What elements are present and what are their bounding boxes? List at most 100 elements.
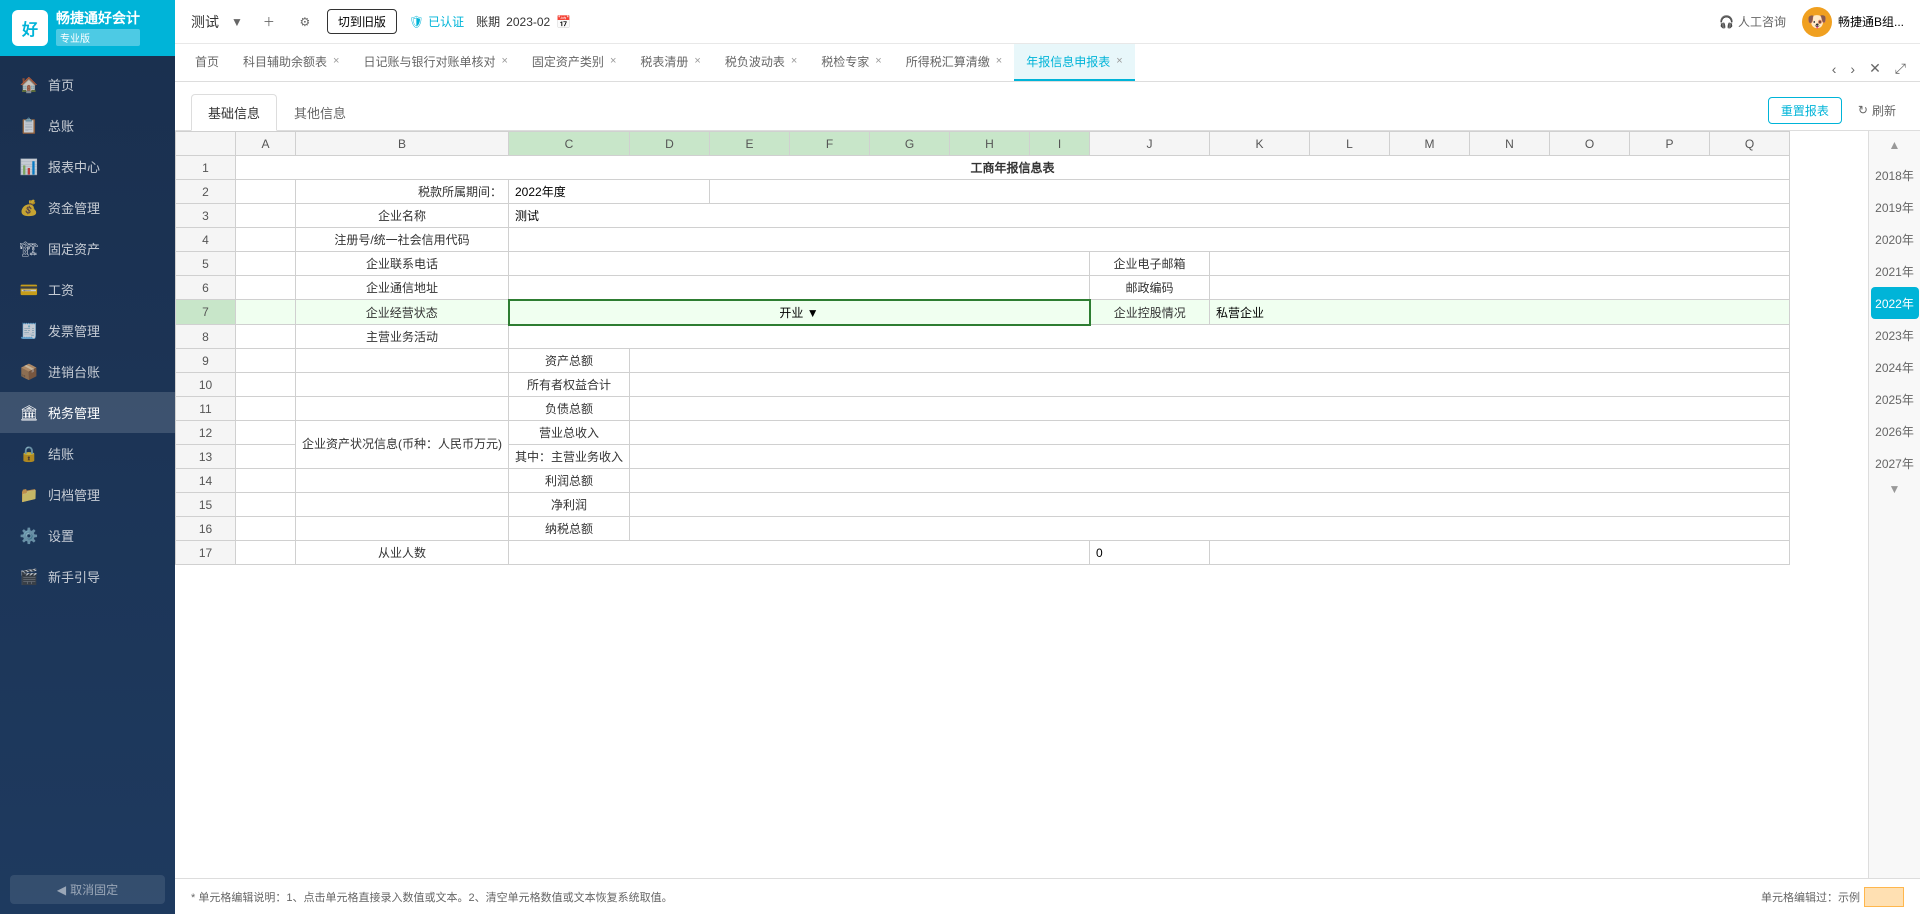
sidebar-item-settings[interactable]: ⚙️设置 xyxy=(0,515,175,556)
cell-11a[interactable] xyxy=(236,397,296,421)
cell-2a[interactable] xyxy=(236,180,296,204)
collapse-button[interactable]: ◀ 取消固定 xyxy=(10,875,165,904)
sidebar-item-assets[interactable]: 🏗固定资产 xyxy=(0,228,175,269)
cell-title[interactable]: 工商年报信息表 xyxy=(236,156,1790,180)
cell-14b[interactable] xyxy=(296,469,509,493)
year-item-2026年[interactable]: 2026年 xyxy=(1871,415,1919,447)
cell-4a[interactable] xyxy=(236,228,296,252)
col-header-h[interactable]: H xyxy=(950,132,1030,156)
cell-17j[interactable]: 0 xyxy=(1090,541,1210,565)
cell-2c[interactable]: 2022年度 xyxy=(509,180,710,204)
sidebar-item-archive[interactable]: 📁归档管理 xyxy=(0,474,175,515)
cell-17a[interactable] xyxy=(236,541,296,565)
tab-close-icon[interactable]: × xyxy=(1116,55,1122,67)
cell-14d[interactable] xyxy=(630,469,1790,493)
tab-科目辅助余额表[interactable]: 科目辅助余额表× xyxy=(231,44,351,81)
cell-17c[interactable] xyxy=(509,541,1090,565)
cell-14a[interactable] xyxy=(236,469,296,493)
tab-expand-button[interactable]: ⤢ xyxy=(1889,56,1912,81)
cell-9a[interactable] xyxy=(236,349,296,373)
tab-税负波动表[interactable]: 税负波动表× xyxy=(713,44,809,81)
cell-10b[interactable] xyxy=(296,373,509,397)
cell-5k[interactable] xyxy=(1210,252,1790,276)
year-item-2025年[interactable]: 2025年 xyxy=(1871,383,1919,415)
cell-7k[interactable]: 私营企业 xyxy=(1210,300,1790,325)
col-header-l[interactable]: L xyxy=(1310,132,1390,156)
cell-13a[interactable] xyxy=(236,445,296,469)
tab-税表清册[interactable]: 税表清册× xyxy=(628,44,712,81)
sidebar-item-salary[interactable]: 💳工资 xyxy=(0,269,175,310)
sidebar-item-home[interactable]: 🏠首页 xyxy=(0,64,175,105)
cell-12a[interactable] xyxy=(236,421,296,445)
cell-5c[interactable] xyxy=(509,252,1090,276)
col-header-e[interactable]: E xyxy=(710,132,790,156)
sidebar-item-ledger[interactable]: 📋总账 xyxy=(0,105,175,146)
col-header-d[interactable]: D xyxy=(630,132,710,156)
cell-7c-dropdown[interactable]: 开业 ▼ xyxy=(509,300,1090,325)
tab-首页[interactable]: 首页 xyxy=(183,44,231,81)
refresh-button[interactable]: ↻ 刷新 xyxy=(1850,98,1904,123)
year-item-2027年[interactable]: 2027年 xyxy=(1871,447,1919,479)
col-header-o[interactable]: O xyxy=(1550,132,1630,156)
cell-15d[interactable] xyxy=(630,493,1790,517)
sidebar-item-reports[interactable]: 📊报表中心 xyxy=(0,146,175,187)
col-header-p[interactable]: P xyxy=(1630,132,1710,156)
tab-prev-button[interactable]: ‹ xyxy=(1826,57,1843,81)
cell-9b[interactable] xyxy=(296,349,509,373)
tab-close-icon[interactable]: × xyxy=(791,55,797,67)
tab-close-all-button[interactable]: ✕ xyxy=(1863,56,1887,81)
tab-close-icon[interactable]: × xyxy=(694,55,700,67)
cell-2e[interactable] xyxy=(710,180,1790,204)
cell-17k[interactable] xyxy=(1210,541,1790,565)
year-item-2024年[interactable]: 2024年 xyxy=(1871,351,1919,383)
col-header-q[interactable]: Q xyxy=(1710,132,1790,156)
year-up-button[interactable]: ▲ xyxy=(1879,135,1911,155)
cell-12d[interactable] xyxy=(630,421,1790,445)
tab-close-icon[interactable]: × xyxy=(610,55,616,67)
subtab-basic[interactable]: 基础信息 xyxy=(191,94,277,131)
year-down-button[interactable]: ▼ xyxy=(1879,479,1911,499)
cell-16a[interactable] xyxy=(236,517,296,541)
cell-3c[interactable]: 测试 xyxy=(509,204,1790,228)
cell-11b[interactable] xyxy=(296,397,509,421)
col-header-j[interactable]: J xyxy=(1090,132,1210,156)
sheet-scroll-wrapper[interactable]: A B C D E F G H I J K L xyxy=(175,131,1868,878)
col-header-n[interactable]: N xyxy=(1470,132,1550,156)
tab-所得税汇算清缴[interactable]: 所得税汇算清缴× xyxy=(894,44,1014,81)
cell-8a[interactable] xyxy=(236,325,296,349)
cell-4c[interactable] xyxy=(509,228,1790,252)
col-header-m[interactable]: M xyxy=(1390,132,1470,156)
tab-next-button[interactable]: › xyxy=(1844,57,1861,81)
tab-税检专家[interactable]: 税检专家× xyxy=(809,44,893,81)
sidebar-item-stock[interactable]: 📦进销台账 xyxy=(0,351,175,392)
settings-button[interactable]: ⚙ xyxy=(291,8,319,36)
calendar-icon[interactable]: 📅 xyxy=(556,15,571,29)
cell-10a[interactable] xyxy=(236,373,296,397)
tab-close-icon[interactable]: × xyxy=(501,55,507,67)
reset-report-button[interactable]: 重置报表 xyxy=(1768,97,1842,124)
col-header-i[interactable]: I xyxy=(1030,132,1090,156)
sidebar-item-funds[interactable]: 💰资金管理 xyxy=(0,187,175,228)
col-header-b[interactable]: B xyxy=(296,132,509,156)
topbar-dropdown[interactable]: ▼ xyxy=(231,15,243,29)
sidebar-item-invoice[interactable]: 🧾发票管理 xyxy=(0,310,175,351)
cell-13d[interactable] xyxy=(630,445,1790,469)
cell-9d[interactable] xyxy=(630,349,1790,373)
tab-close-icon[interactable]: × xyxy=(333,55,339,67)
year-item-2020年[interactable]: 2020年 xyxy=(1871,223,1919,255)
tab-日记账与银行对账单核对[interactable]: 日记账与银行对账单核对× xyxy=(351,44,519,81)
subtab-other[interactable]: 其他信息 xyxy=(277,94,363,130)
col-header-c[interactable]: C xyxy=(509,132,630,156)
tab-年报信息申报表[interactable]: 年报信息申报表× xyxy=(1014,44,1134,81)
cell-6c[interactable] xyxy=(509,276,1090,300)
cell-16d[interactable] xyxy=(630,517,1790,541)
col-header-f[interactable]: F xyxy=(790,132,870,156)
cell-10d[interactable] xyxy=(630,373,1790,397)
col-header-g[interactable]: G xyxy=(870,132,950,156)
sidebar-item-tax[interactable]: 🏛税务管理 xyxy=(0,392,175,433)
tab-固定资产类别[interactable]: 固定资产类别× xyxy=(520,44,628,81)
sidebar-item-close[interactable]: 🔒结账 xyxy=(0,433,175,474)
service-button[interactable]: 🎧 人工咨询 xyxy=(1719,13,1786,30)
add-button[interactable]: ＋ xyxy=(255,8,283,36)
year-item-2022年[interactable]: 2022年 xyxy=(1871,287,1919,319)
